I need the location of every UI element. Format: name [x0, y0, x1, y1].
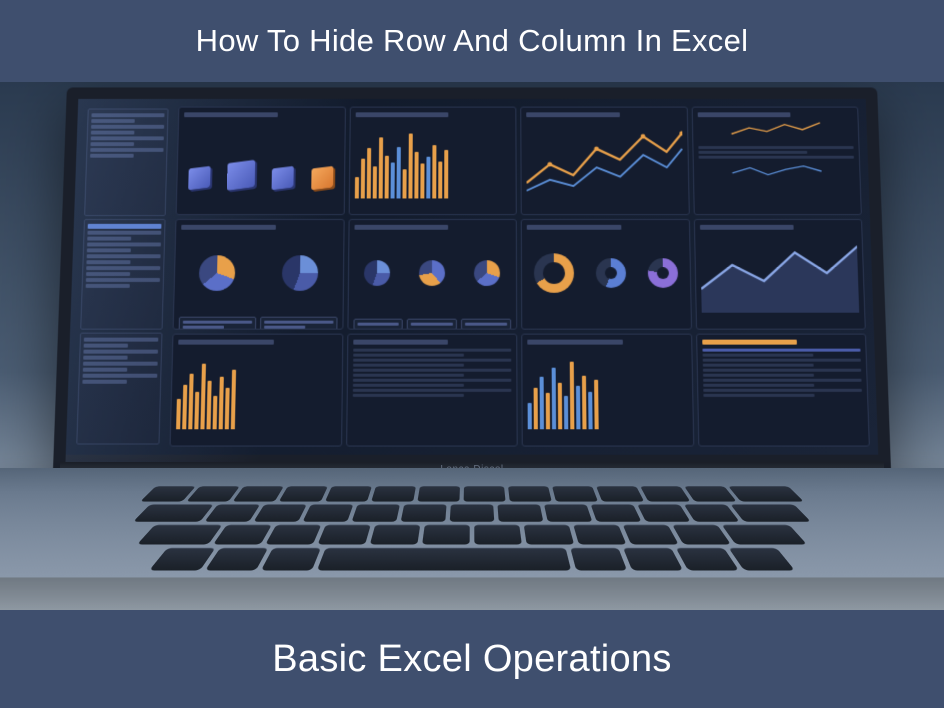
laptop-screen [53, 87, 891, 473]
panel-sparkline-stats [691, 107, 862, 215]
panel-3d-shapes [176, 107, 346, 215]
hero-illustration: Lonca Discol [0, 82, 944, 610]
panel-stats-list [696, 334, 870, 447]
panel-pies [173, 219, 345, 330]
sidebar-panel [76, 332, 162, 444]
page-subtitle: Basic Excel Operations [272, 638, 671, 681]
sidebar-panel [80, 219, 165, 329]
header-band: How To Hide Row And Column In Excel [0, 0, 944, 82]
dashboard-grid [167, 105, 871, 449]
sidebar-panel [84, 109, 168, 217]
panel-pies-small [347, 219, 517, 330]
dashboard-sidebar [72, 105, 173, 449]
panel-bars-large [348, 107, 517, 215]
panel-linechart [520, 107, 689, 215]
panel-area [693, 219, 865, 330]
footer-band: Basic Excel Operations [0, 610, 944, 708]
laptop-keyboard [56, 486, 888, 565]
page-title: How To Hide Row And Column In Excel [196, 23, 749, 59]
panel-bars-orange [170, 334, 343, 447]
panel-donuts [521, 219, 692, 330]
panel-bars-mixed [521, 334, 694, 447]
panel-data-table [346, 334, 518, 447]
